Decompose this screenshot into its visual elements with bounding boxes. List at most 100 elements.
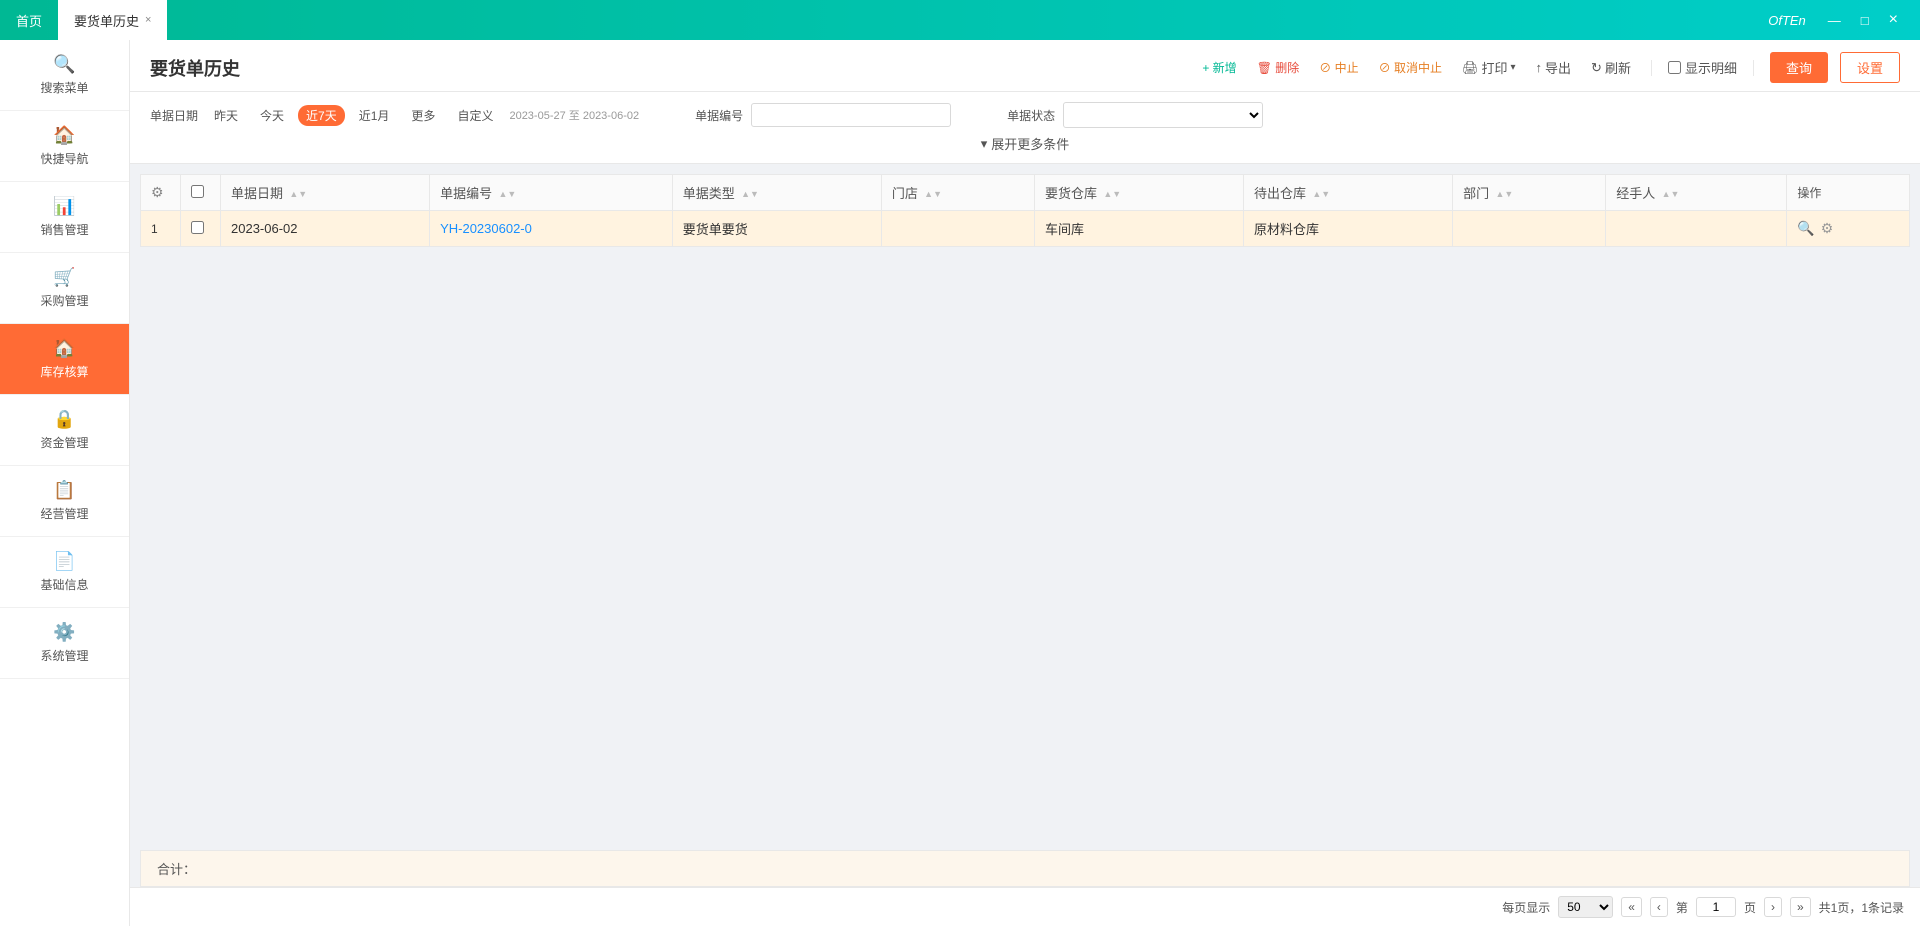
row-checkbox[interactable] <box>191 221 204 234</box>
action-view-icon[interactable]: 🔍 <box>1797 220 1814 237</box>
sidebar-item-inventory[interactable]: 🏠 库存核算 <box>0 324 129 395</box>
brand-label: OfTEn <box>1768 13 1806 28</box>
cancel-stop-button[interactable]: ⊘ 取消中止 <box>1375 56 1446 79</box>
cell-checkbox <box>181 211 221 247</box>
sidebar-label-operations-mgmt: 经营管理 <box>40 505 88 522</box>
print-button[interactable]: 🖨 🖨 打印 打印 ▾ <box>1458 55 1520 80</box>
tab-requisition-label: 要货单历史 <box>74 11 139 30</box>
filter-row-1: 单据日期 昨天 今天 近7天 近1月 更多 自定义 2023-05-27 至 2… <box>150 102 1900 128</box>
display-detail-checkbox[interactable] <box>1668 61 1681 74</box>
main-content: 要货单历史 + 新增 🗑 删除 ⊘ 中止 ⊘ 取消中止 🖨 🖨 打印 打印 ▾ … <box>130 40 1920 926</box>
sort-icon-pending-warehouse: ▲▼ <box>1312 190 1330 199</box>
th-doc-date[interactable]: 单据日期 ▲▼ <box>221 175 430 211</box>
th-req-warehouse-label: 要货仓库 <box>1045 186 1097 201</box>
close-window-icon[interactable]: × <box>1883 9 1904 31</box>
sidebar-item-sales-mgmt[interactable]: 📊 销售管理 <box>0 182 129 253</box>
date-tag-more[interactable]: 更多 <box>403 105 443 126</box>
th-store[interactable]: 门店 ▲▼ <box>881 175 1034 211</box>
print-dropdown-icon[interactable]: ▾ <box>1510 62 1515 73</box>
doc-status-filter-col: 单据状态 <box>1007 102 1263 128</box>
doc-date-value: 2023-06-02 <box>231 221 298 236</box>
display-detail-toggle[interactable]: 显示明细 <box>1668 58 1737 77</box>
table-settings-icon[interactable]: ⚙ <box>151 184 164 200</box>
query-button[interactable]: 查询 <box>1770 52 1828 83</box>
prev-page-button[interactable]: ‹ <box>1650 897 1668 917</box>
expand-icon: ▾ <box>981 136 988 152</box>
doc-status-label: 单据状态 <box>1007 107 1055 124</box>
sidebar-label-sales-mgmt: 销售管理 <box>40 221 88 238</box>
purchase-mgmt-icon: 🛒 <box>53 267 75 288</box>
sort-icon-doc-date: ▲▼ <box>289 190 307 199</box>
display-detail-label: 显示明细 <box>1685 58 1737 77</box>
per-page-select[interactable]: 10 20 50 100 <box>1558 896 1613 918</box>
topbar-right: OfTEn — □ × <box>1768 9 1920 31</box>
maximize-icon[interactable]: □ <box>1855 11 1875 30</box>
date-tag-7days[interactable]: 近7天 <box>298 105 345 126</box>
th-pending-warehouse[interactable]: 待出仓库 ▲▼ <box>1244 175 1453 211</box>
cell-doc-type: 要货单要货 <box>672 211 881 247</box>
tab-close-icon[interactable]: × <box>145 14 151 26</box>
doc-status-select[interactable] <box>1063 102 1263 128</box>
toolbar-divider2 <box>1753 60 1754 76</box>
date-tag-custom[interactable]: 自定义 <box>449 105 501 126</box>
action-more-icon[interactable]: ⚙ <box>1821 220 1834 237</box>
sidebar-item-finance-mgmt[interactable]: 🔒 资金管理 <box>0 395 129 466</box>
th-doc-type[interactable]: 单据类型 ▲▼ <box>672 175 881 211</box>
quick-nav-icon: 🏠 <box>53 125 75 146</box>
doc-number-link[interactable]: YH-20230602-0 <box>440 221 532 236</box>
page-input[interactable] <box>1696 897 1736 917</box>
th-settings[interactable]: ⚙ <box>141 175 181 211</box>
settings-button[interactable]: 设置 <box>1840 52 1900 83</box>
delete-button[interactable]: 🗑 删除 <box>1253 56 1304 79</box>
th-handler-label: 经手人 <box>1616 186 1655 201</box>
sidebar-label-quick-nav: 快捷导航 <box>40 150 88 167</box>
th-doc-number[interactable]: 单据编号 ▲▼ <box>430 175 673 211</box>
system-mgmt-icon: ⚙️ <box>53 622 75 643</box>
next-page-button[interactable]: › <box>1764 897 1782 917</box>
sidebar-item-system-mgmt[interactable]: ⚙️ 系统管理 <box>0 608 129 679</box>
th-action: 操作 <box>1787 175 1910 211</box>
add-button[interactable]: + 新增 <box>1198 56 1240 79</box>
pagination-bar: 每页显示 10 20 50 100 « ‹ 第 页 › » 共1页，1条记录 <box>130 887 1920 926</box>
cell-action: 🔍 ⚙ <box>1787 211 1910 247</box>
expand-label: 展开更多条件 <box>991 134 1069 153</box>
date-tag-yesterday[interactable]: 昨天 <box>206 105 246 126</box>
doc-number-input[interactable] <box>751 103 951 127</box>
top-bar: 首页 要货单历史 × OfTEn — □ × <box>0 0 1920 40</box>
page-prefix-label: 第 <box>1676 899 1688 916</box>
sidebar-item-purchase-mgmt[interactable]: 🛒 采购管理 <box>0 253 129 324</box>
date-tag-today[interactable]: 今天 <box>252 105 292 126</box>
cell-pending-warehouse: 原材料仓库 <box>1244 211 1453 247</box>
minimize-icon[interactable]: — <box>1822 11 1847 30</box>
tab-home[interactable]: 首页 <box>0 0 58 40</box>
select-all-checkbox[interactable] <box>191 185 204 198</box>
cell-doc-date: 2023-06-02 <box>221 211 430 247</box>
th-doc-type-label: 单据类型 <box>683 186 735 201</box>
stop-button[interactable]: ⊘ 中止 <box>1315 56 1362 79</box>
sidebar-item-operations-mgmt[interactable]: 📋 经营管理 <box>0 466 129 537</box>
refresh-button[interactable]: ↻ 刷新 <box>1587 55 1635 80</box>
th-doc-date-label: 单据日期 <box>231 186 283 201</box>
date-tag-1month[interactable]: 近1月 <box>351 105 398 126</box>
last-page-button[interactable]: » <box>1790 897 1811 917</box>
tab-requisition-history[interactable]: 要货单历史 × <box>58 0 167 40</box>
export-button[interactable]: ↑ 导出 <box>1532 55 1576 80</box>
expand-filter-btn[interactable]: ▾ 展开更多条件 <box>150 134 1900 153</box>
sidebar-item-basic-info[interactable]: 📄 基础信息 <box>0 537 129 608</box>
sidebar-item-quick-nav[interactable]: 🏠 快捷导航 <box>0 111 129 182</box>
table-header-row: ⚙ 单据日期 ▲▼ 单据编号 ▲▼ <box>141 175 1910 211</box>
sort-icon-handler: ▲▼ <box>1662 190 1680 199</box>
sidebar-label-inventory: 库存核算 <box>40 363 88 380</box>
th-store-label: 门店 <box>892 186 918 201</box>
sort-icon-req-warehouse: ▲▼ <box>1103 190 1121 199</box>
table-footer-summary: 合计： <box>140 850 1910 887</box>
sidebar-label-basic-info: 基础信息 <box>40 576 88 593</box>
th-handler[interactable]: 经手人 ▲▼ <box>1606 175 1787 211</box>
cell-req-warehouse: 车间库 <box>1034 211 1243 247</box>
date-filter-tags: 昨天 今天 近7天 近1月 更多 自定义 <box>206 105 501 126</box>
sidebar-item-search-menu[interactable]: 🔍 搜索菜单 <box>0 40 129 111</box>
first-page-button[interactable]: « <box>1621 897 1642 917</box>
tab-home-label: 首页 <box>16 11 42 30</box>
th-department[interactable]: 部门 ▲▼ <box>1453 175 1606 211</box>
th-req-warehouse[interactable]: 要货仓库 ▲▼ <box>1034 175 1243 211</box>
